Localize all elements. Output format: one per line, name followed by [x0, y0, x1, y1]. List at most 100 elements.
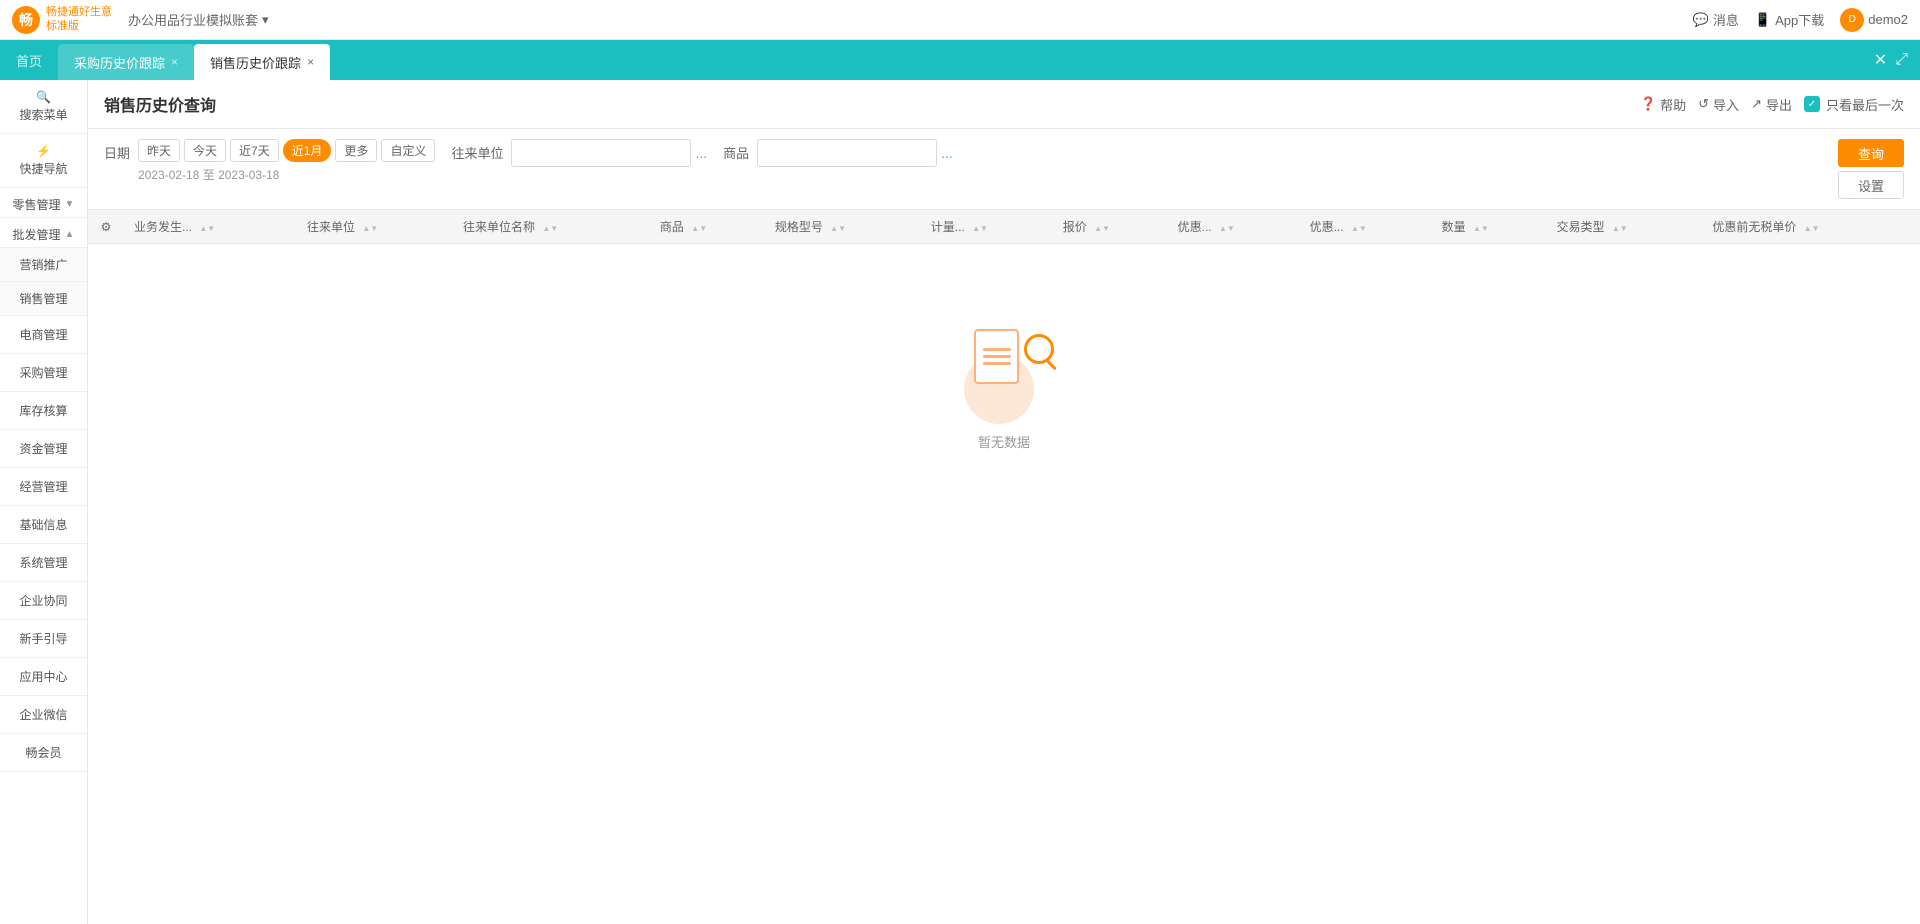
tab-purchase-history[interactable]: 采购历史价跟踪 ×: [58, 44, 194, 80]
content-area: 销售历史价查询 ❓ 帮助 ↺ 导入 ↗ 导出 ✓ 只看最后一次: [88, 80, 1920, 924]
date-options: 昨天 今天 近7天 近1月 更多 自定义 2023-02-18 至 2023-0…: [138, 139, 435, 183]
tab-bar-actions: ✕ ⤢: [1874, 50, 1920, 70]
app-download-button[interactable]: 📱 App下载: [1755, 10, 1824, 29]
only-last-checkbox-area[interactable]: ✓ 只看最后一次: [1804, 95, 1904, 114]
sidebar-item-member[interactable]: 畅会员: [0, 734, 87, 772]
export-icon: ↗: [1751, 96, 1762, 112]
logo-text: 畅捷通好生意 标准版: [46, 6, 112, 32]
help-button[interactable]: ❓ 帮助: [1640, 95, 1686, 114]
sidebar-item-system[interactable]: 系统管理: [0, 544, 87, 582]
phone-icon: 📱: [1755, 12, 1771, 28]
sort-arrows-discount-rate: ▲▼: [1219, 224, 1235, 233]
sidebar-item-purchase[interactable]: 采购管理: [0, 354, 87, 392]
partner-input[interactable]: [511, 139, 691, 167]
sidebar-item-sales-mgmt[interactable]: 销售管理: [0, 282, 87, 316]
th-quantity[interactable]: 数量 ▲▼: [1432, 210, 1547, 244]
logo-icon: 畅: [12, 6, 40, 34]
sidebar-item-guide[interactable]: 新手引导: [0, 620, 87, 658]
main-layout: 🔍 搜索菜单 ⚡ 快捷导航 零售管理 ▼ 批发管理 ▲ 营销推广 销售管理 电商…: [0, 80, 1920, 924]
sidebar-item-wholesale[interactable]: 批发管理 ▲: [0, 218, 87, 248]
product-filter-group: 商品 ...: [723, 139, 953, 167]
last7days-btn[interactable]: 近7天: [230, 139, 279, 162]
date-range-display: 2023-02-18 至 2023-03-18: [138, 166, 435, 183]
tab-close-purchase[interactable]: ×: [171, 55, 178, 69]
more-btn[interactable]: 更多: [335, 139, 377, 162]
table-scroll[interactable]: ⚙ 业务发生... ▲▼ 往来单位 ▲▼ 往来单位名称: [88, 210, 1920, 924]
date-label: 日期: [104, 139, 130, 162]
sort-arrows-discount-amt: ▲▼: [1351, 224, 1367, 233]
user-profile[interactable]: D demo2: [1840, 8, 1908, 32]
sort-arrows-pretax: ▲▼: [1804, 224, 1820, 233]
product-input[interactable]: [757, 139, 937, 167]
sidebar-item-ecommerce[interactable]: 电商管理: [0, 316, 87, 354]
empty-text: 暂无数据: [978, 432, 1030, 451]
maximize-button[interactable]: ⤢: [1895, 51, 1908, 69]
date-filter-group: 日期 昨天 今天 近7天 近1月 更多 自定义 2023-02-18 至 202…: [104, 139, 435, 183]
yesterday-btn[interactable]: 昨天: [138, 139, 180, 162]
logo-area: 畅 畅捷通好生意 标准版: [12, 6, 112, 34]
sidebar-item-finance[interactable]: 资金管理: [0, 430, 87, 468]
th-unit[interactable]: 计量... ▲▼: [921, 210, 1053, 244]
sidebar-item-marketing[interactable]: 营销推广: [0, 248, 87, 282]
page-title: 销售历史价查询: [104, 92, 216, 128]
sidebar-item-retail[interactable]: 零售管理 ▼: [0, 188, 87, 218]
empty-doc-line2: [983, 355, 1011, 358]
sort-arrows-quote: ▲▼: [1094, 224, 1110, 233]
th-pretax-price[interactable]: 优惠前无税单价 ▲▼: [1702, 210, 1920, 244]
th-discount-rate[interactable]: 优惠... ▲▼: [1168, 210, 1300, 244]
tab-home[interactable]: 首页: [0, 40, 58, 80]
sort-arrows-product: ▲▼: [691, 224, 707, 233]
sidebar-item-operations[interactable]: 经营管理: [0, 468, 87, 506]
message-icon: 💬: [1693, 12, 1709, 28]
message-button[interactable]: 💬 消息: [1693, 10, 1739, 29]
sidebar-item-basics[interactable]: 基础信息: [0, 506, 87, 544]
partner-dots-button[interactable]: ...: [695, 145, 707, 161]
tab-sales-history[interactable]: 销售历史价跟踪 ×: [194, 44, 330, 80]
sidebar-item-apps[interactable]: 应用中心: [0, 658, 87, 696]
sidebar-item-wechat[interactable]: 企业微信: [0, 696, 87, 734]
product-input-group: ...: [757, 139, 953, 167]
sort-arrows-business-date: ▲▼: [199, 224, 215, 233]
chevron-down-icon: ▼: [65, 199, 75, 210]
import-button[interactable]: ↺ 导入: [1698, 95, 1739, 114]
shortcuts-icon: ⚡: [36, 144, 51, 158]
sidebar-item-search[interactable]: 🔍 搜索菜单: [0, 80, 87, 134]
sort-arrows-partner-code: ▲▼: [362, 224, 378, 233]
page-header: 销售历史价查询 ❓ 帮助 ↺ 导入 ↗ 导出 ✓ 只看最后一次: [88, 80, 1920, 129]
th-settings[interactable]: ⚙: [88, 210, 124, 244]
import-icon: ↺: [1698, 96, 1709, 112]
chevron-up-icon: ▲: [65, 229, 75, 240]
tab-close-sales[interactable]: ×: [307, 55, 314, 69]
th-trade-type[interactable]: 交易类型 ▲▼: [1546, 210, 1702, 244]
company-selector[interactable]: 办公用品行业模拟账套 ▾: [120, 10, 277, 29]
only-last-checkbox[interactable]: ✓: [1804, 96, 1820, 112]
sidebar: 🔍 搜索菜单 ⚡ 快捷导航 零售管理 ▼ 批发管理 ▲ 营销推广 销售管理 电商…: [0, 80, 88, 924]
empty-doc-icon: [974, 329, 1019, 384]
sidebar-item-collaboration[interactable]: 企业协同: [0, 582, 87, 620]
tab-bar: 首页 采购历史价跟踪 × 销售历史价跟踪 × ✕ ⤢: [0, 40, 1920, 80]
product-dots-button[interactable]: ...: [941, 145, 953, 161]
filter-bar: 日期 昨天 今天 近7天 近1月 更多 自定义 2023-02-18 至 202…: [88, 129, 1920, 210]
th-product[interactable]: 商品 ▲▼: [650, 210, 765, 244]
th-partner-code[interactable]: 往来单位 ▲▼: [297, 210, 453, 244]
chevron-down-icon: ▾: [262, 12, 269, 28]
query-button[interactable]: 查询: [1838, 139, 1904, 167]
th-quote-price[interactable]: 报价 ▲▼: [1053, 210, 1168, 244]
settings-button[interactable]: 设置: [1838, 171, 1904, 199]
sidebar-item-shortcuts[interactable]: ⚡ 快捷导航: [0, 134, 87, 188]
th-business-date[interactable]: 业务发生... ▲▼: [124, 210, 297, 244]
today-btn[interactable]: 今天: [184, 139, 226, 162]
th-spec[interactable]: 规格型号 ▲▼: [765, 210, 921, 244]
sidebar-item-inventory[interactable]: 库存核算: [0, 392, 87, 430]
table-area: ⚙ 业务发生... ▲▼ 往来单位 ▲▼ 往来单位名称: [88, 210, 1920, 924]
close-window-button[interactable]: ✕: [1874, 50, 1887, 70]
results-table: ⚙ 业务发生... ▲▼ 往来单位 ▲▼ 往来单位名称: [88, 210, 1920, 244]
partner-filter-group: 往来单位 ...: [451, 139, 707, 167]
th-discount-amt[interactable]: 优惠... ▲▼: [1300, 210, 1432, 244]
gear-icon: ⚙: [101, 220, 112, 234]
th-partner-name[interactable]: 往来单位名称 ▲▼: [453, 210, 650, 244]
partner-label: 往来单位: [451, 139, 503, 162]
custom-btn[interactable]: 自定义: [381, 139, 435, 162]
export-button[interactable]: ↗ 导出: [1751, 95, 1792, 114]
last1month-btn[interactable]: 近1月: [283, 139, 332, 162]
